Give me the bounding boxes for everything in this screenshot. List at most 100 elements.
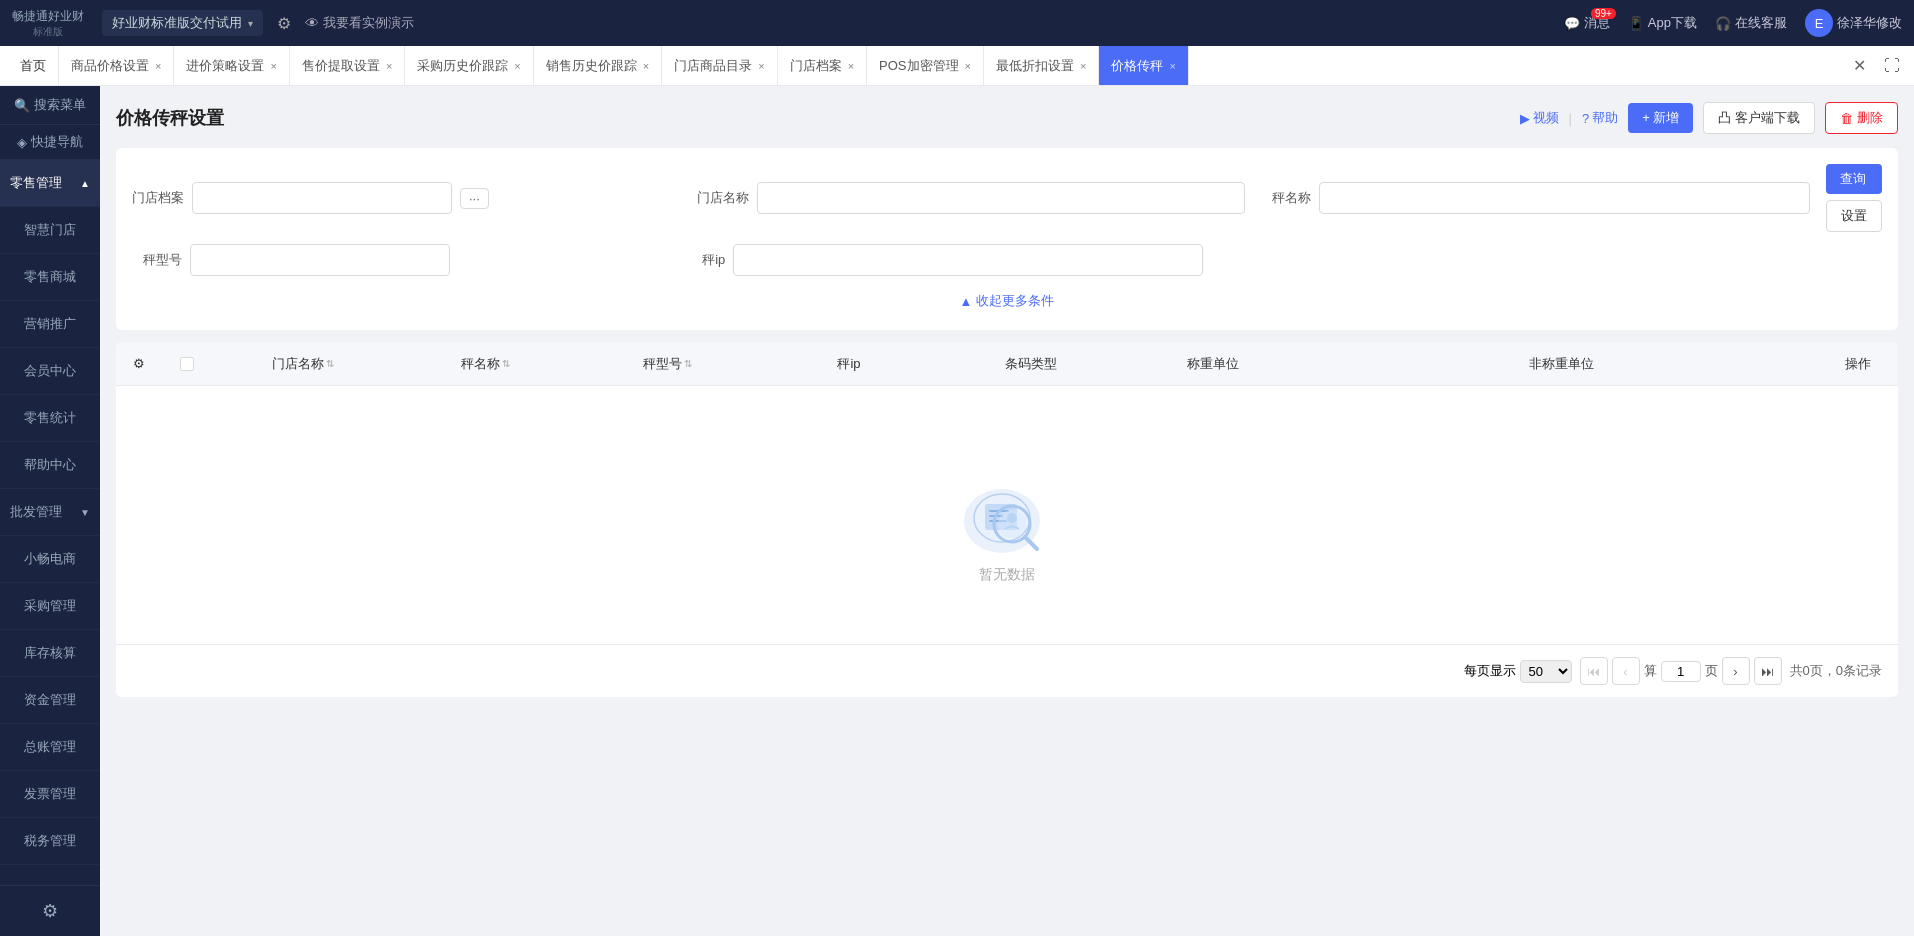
pager: ⏮ ‹ 算 页 › ⏭ (1580, 657, 1782, 685)
notifications-btn[interactable]: 💬 消息 99+ (1564, 14, 1610, 32)
sidebar-item-help[interactable]: 帮助中心 (0, 442, 100, 489)
per-page-label: 每页显示 (1464, 662, 1516, 680)
sidebar-item-invoice[interactable]: 发票管理 (0, 771, 100, 818)
sidebar-item-wholesale[interactable]: 批发管理 ▼ (0, 489, 100, 536)
sidebar-bottom: ⚙ (0, 885, 100, 936)
select-all-checkbox[interactable] (180, 357, 194, 371)
page-header: 价格传秤设置 ▶ 视频 | ? 帮助 + 新增 凸 客户端下载 🗑 (116, 102, 1898, 134)
table-col-scale-model: 秤型号 ⇅ (576, 355, 758, 373)
collapse-button[interactable]: ▲ 收起更多条件 (952, 288, 1063, 314)
gear-icon: ⚙ (133, 356, 145, 371)
per-page-selector: 每页显示 50 10 20 100 (1464, 660, 1572, 683)
sidebar-item-purchase[interactable]: 采购管理 (0, 583, 100, 630)
help-icon: ? (1582, 111, 1589, 126)
store-profile-label: 门店档案 (132, 189, 184, 207)
settings-icon[interactable]: ⚙ (273, 10, 295, 37)
online-service-btn[interactable]: 🎧 在线客服 (1715, 14, 1787, 32)
store-name-input[interactable] (757, 182, 1246, 214)
delete-icon: 🗑 (1840, 111, 1853, 126)
sidebar-item-retail-stats[interactable]: 零售统计 (0, 395, 100, 442)
avatar: E (1805, 9, 1833, 37)
store-profile-ellipsis-btn[interactable]: ··· (460, 188, 489, 209)
tab-home[interactable]: 首页 (8, 46, 59, 86)
close-tab-btn[interactable]: ✕ (1847, 54, 1872, 77)
page-info: 算 页 (1644, 661, 1718, 682)
first-page-btn[interactable]: ⏮ (1580, 657, 1608, 685)
scale-name-field: 秤名称 (1261, 182, 1810, 214)
table-col-weight-unit: 称重单位 (1122, 355, 1304, 373)
table-col-gear[interactable]: ⚙ (116, 356, 162, 371)
nav-icon: ◈ (17, 135, 27, 150)
table-col-scale-ip: 秤ip (758, 355, 940, 373)
sort-icon[interactable]: ⇅ (502, 358, 510, 369)
table-col-check[interactable] (162, 357, 212, 371)
close-icon[interactable]: × (643, 60, 649, 72)
sidebar-item-member[interactable]: 会员中心 (0, 348, 100, 395)
store-profile-input[interactable] (192, 182, 452, 214)
app-download-btn[interactable]: 📱 App下载 (1628, 14, 1697, 32)
tab-min-discount[interactable]: 最低折扣设置 × (984, 46, 1099, 86)
scale-ip-input[interactable] (733, 244, 1202, 276)
sidebar-item-finance[interactable]: 资金管理 (0, 677, 100, 724)
app-title: 畅捷通好业财 (12, 8, 84, 25)
tab-store-profile[interactable]: 门店档案 × (778, 46, 867, 86)
download-button[interactable]: 凸 客户端下载 (1703, 102, 1815, 134)
sidebar-item-retail-mall[interactable]: 零售商城 (0, 254, 100, 301)
prev-page-btn[interactable]: ‹ (1612, 657, 1640, 685)
scale-name-input[interactable] (1319, 182, 1810, 214)
sidebar-item-tax[interactable]: 税务管理 (0, 818, 100, 865)
table-container: ⚙ 门店名称 ⇅ 秤名称 ⇅ 秤型号 ⇅ 秤ip (116, 342, 1898, 697)
scale-model-input[interactable] (190, 244, 450, 276)
per-page-select[interactable]: 50 10 20 100 (1520, 660, 1572, 683)
store-name-label: 门店名称 (697, 189, 749, 207)
sidebar-item-retail-mgmt[interactable]: 零售管理 ▲ (0, 160, 100, 207)
close-icon[interactable]: × (1080, 60, 1086, 72)
table-col-non-weight-unit: 非称重单位 (1304, 355, 1818, 373)
tab-purchase-strategy[interactable]: 进价策略设置 × (174, 46, 289, 86)
close-icon[interactable]: × (270, 60, 276, 72)
sidebar-item-smart-store[interactable]: 智慧门店 (0, 207, 100, 254)
sidebar-item-marketing[interactable]: 营销推广 (0, 301, 100, 348)
expand-tab-btn[interactable]: ⛶ (1878, 55, 1906, 77)
tab-store-catalog[interactable]: 门店商品目录 × (662, 46, 777, 86)
last-page-btn[interactable]: ⏭ (1754, 657, 1782, 685)
delete-button[interactable]: 🗑 删除 (1825, 102, 1898, 134)
version-label: 好业财标准版交付试用 (112, 14, 242, 32)
sidebar-item-inventory[interactable]: 库存核算 (0, 630, 100, 677)
table-header: ⚙ 门店名称 ⇅ 秤名称 ⇅ 秤型号 ⇅ 秤ip (116, 342, 1898, 386)
settings-form-button[interactable]: 设置 (1826, 200, 1882, 232)
close-icon[interactable]: × (386, 60, 392, 72)
user-menu-btn[interactable]: E 徐泽华修改 (1805, 9, 1902, 37)
tab-purchase-history[interactable]: 采购历史价跟踪 × (405, 46, 533, 86)
demo-btn[interactable]: 👁 我要看实例演示 (305, 14, 414, 32)
close-icon[interactable]: × (1169, 60, 1175, 72)
sort-icon[interactable]: ⇅ (684, 358, 692, 369)
empty-illustration (947, 466, 1067, 566)
form-row-2: 秤型号 秤ip (132, 244, 1882, 276)
page-number-input[interactable] (1661, 661, 1701, 682)
tab-pos-encrypt[interactable]: POS加密管理 × (867, 46, 984, 86)
close-icon[interactable]: × (848, 60, 854, 72)
help-link[interactable]: ? 帮助 (1582, 109, 1618, 127)
search-form: 门店档案 ··· 门店名称 秤名称 查询 设置 (116, 148, 1898, 330)
tab-sale-extract[interactable]: 售价提取设置 × (290, 46, 405, 86)
gear-icon[interactable]: ⚙ (42, 900, 58, 922)
add-button[interactable]: + 新增 (1628, 103, 1693, 133)
tab-price-settings[interactable]: 商品价格设置 × (59, 46, 174, 86)
sidebar-nav[interactable]: ◈ 快捷导航 (0, 125, 100, 160)
video-link[interactable]: ▶ 视频 (1520, 109, 1559, 127)
sort-icon[interactable]: ⇅ (326, 358, 334, 369)
tab-price-scale[interactable]: 价格传秤 × (1099, 46, 1188, 86)
close-icon[interactable]: × (758, 60, 764, 72)
query-button[interactable]: 查询 (1826, 164, 1882, 194)
close-icon[interactable]: × (514, 60, 520, 72)
tab-sales-history[interactable]: 销售历史价跟踪 × (534, 46, 662, 86)
close-icon[interactable]: × (965, 60, 971, 72)
chevron-up-icon: ▲ (960, 294, 973, 309)
close-icon[interactable]: × (155, 60, 161, 72)
next-page-btn[interactable]: › (1722, 657, 1750, 685)
sidebar-item-ecommerce[interactable]: 小畅电商 (0, 536, 100, 583)
version-selector[interactable]: 好业财标准版交付试用 ▾ (102, 10, 263, 36)
sidebar-search[interactable]: 🔍 搜索菜单 (0, 86, 100, 125)
sidebar-item-ledger[interactable]: 总账管理 (0, 724, 100, 771)
